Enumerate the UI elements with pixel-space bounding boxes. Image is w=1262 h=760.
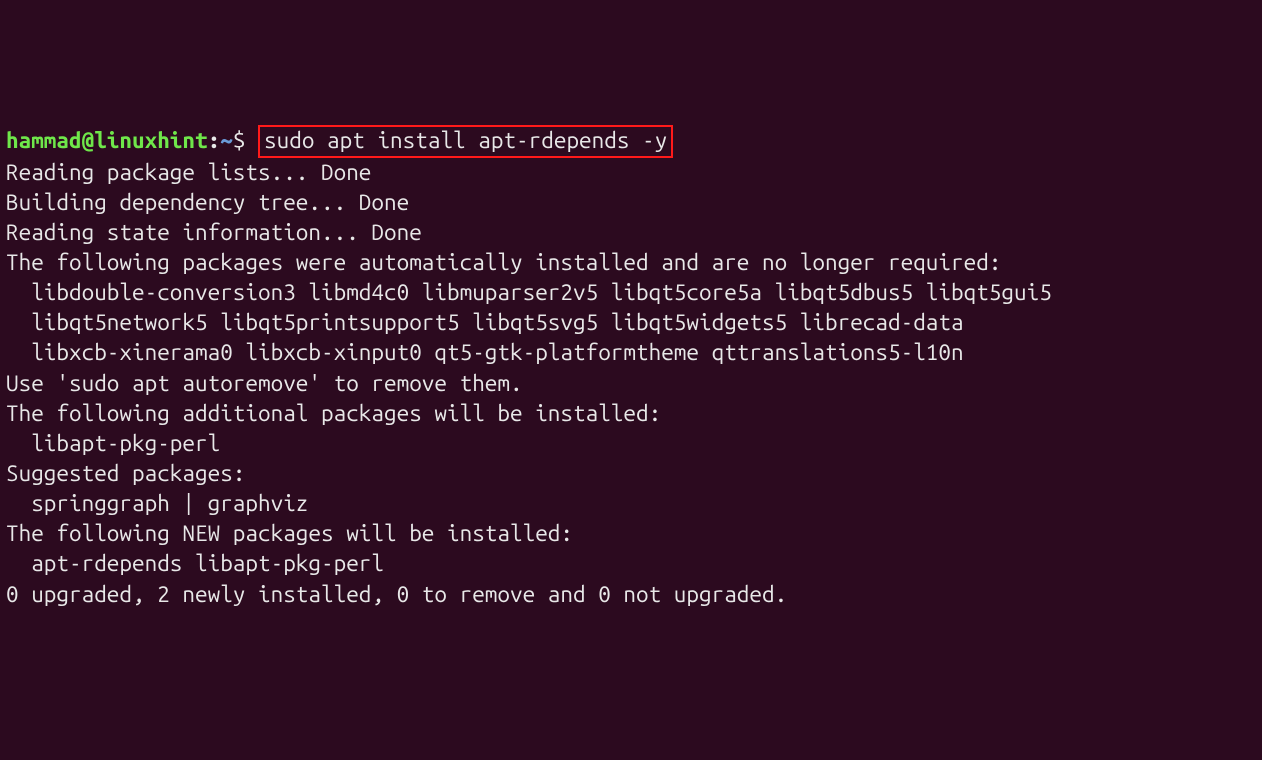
output-line: The following packages were automaticall… — [6, 248, 1256, 278]
output-line: 0 upgraded, 2 newly installed, 0 to remo… — [6, 580, 1256, 610]
output-line: Building dependency tree... Done — [6, 188, 1256, 218]
command-highlight: sudo apt install apt-rdepends -y — [258, 125, 673, 158]
output-line: Reading state information... Done — [6, 218, 1256, 248]
output-line: libqt5network5 libqt5printsupport5 libqt… — [6, 308, 1256, 338]
prompt-path: ~ — [220, 128, 233, 153]
output-line: Reading package lists... Done — [6, 158, 1256, 188]
output-line: The following NEW packages will be insta… — [6, 519, 1256, 549]
command-text: sudo apt install apt-rdepends -y — [264, 128, 667, 153]
output-line: Use 'sudo apt autoremove' to remove them… — [6, 369, 1256, 399]
prompt-colon: : — [208, 128, 221, 153]
terminal[interactable]: hammad@linuxhint:~$ sudo apt install apt… — [6, 125, 1256, 610]
prompt-dollar: $ — [233, 128, 246, 153]
prompt-line: hammad@linuxhint:~$ sudo apt install apt… — [6, 125, 1256, 158]
output-line: libdouble-conversion3 libmd4c0 libmupars… — [6, 278, 1256, 308]
output-line: libxcb-xinerama0 libxcb-xinput0 qt5-gtk-… — [6, 338, 1256, 368]
output-line: springgraph | graphviz — [6, 489, 1256, 519]
output-line: apt-rdepends libapt-pkg-perl — [6, 549, 1256, 579]
output-line: Suggested packages: — [6, 459, 1256, 489]
output-line: The following additional packages will b… — [6, 399, 1256, 429]
prompt-user: hammad@linuxhint — [6, 128, 208, 153]
output-line: libapt-pkg-perl — [6, 429, 1256, 459]
